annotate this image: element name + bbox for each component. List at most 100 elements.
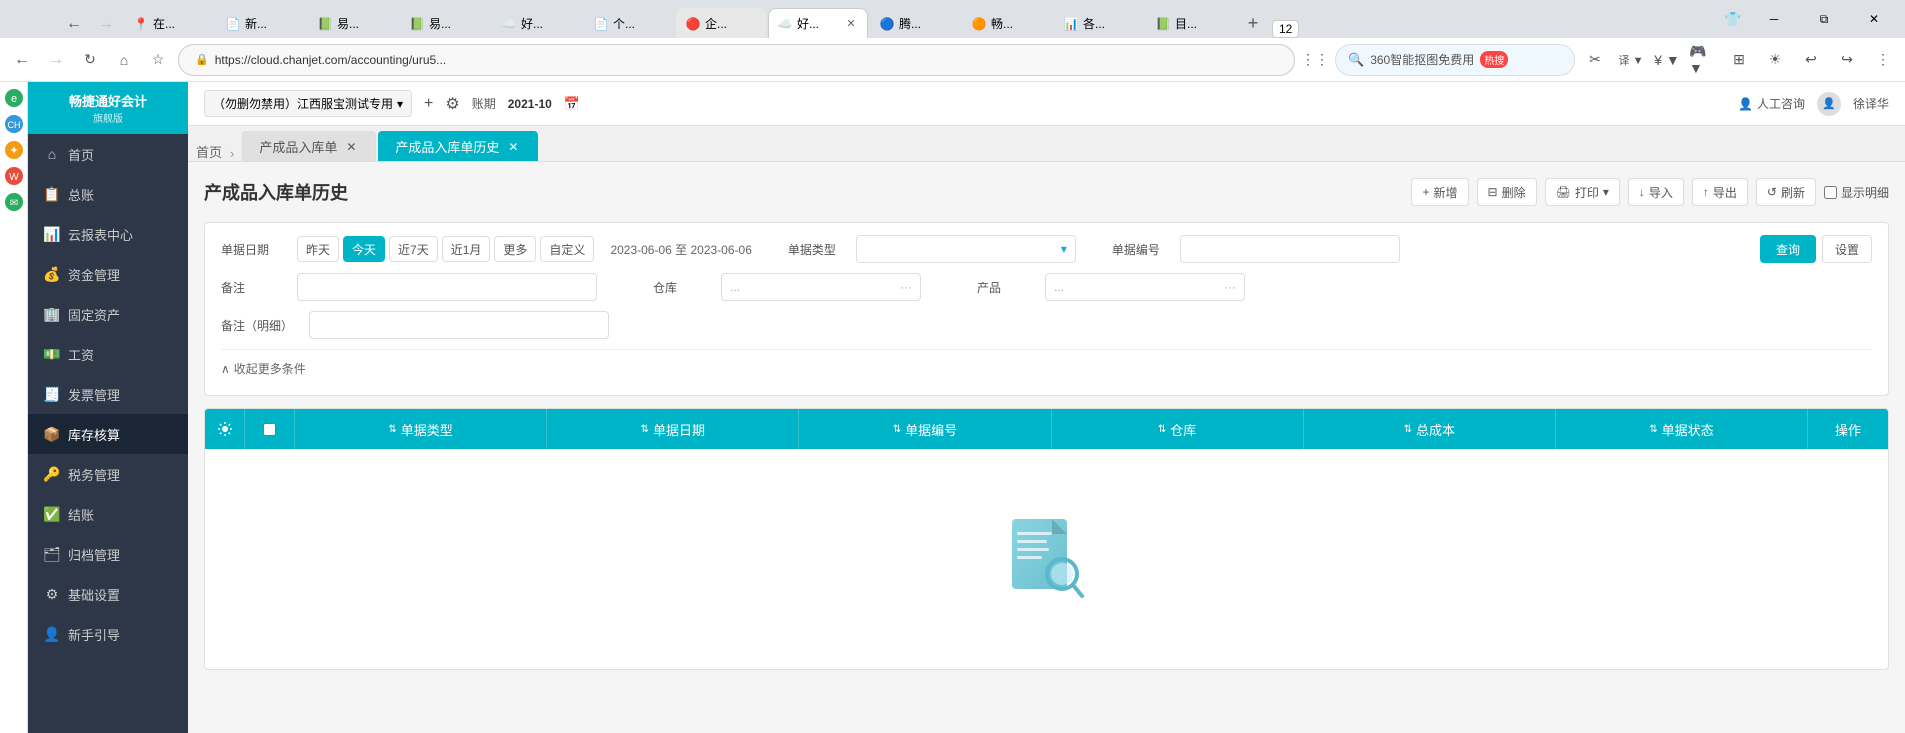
sidebar-item-checkout[interactable]: ✅ 结账 — [28, 494, 188, 534]
tab-10[interactable]: 🟠 畅... — [962, 8, 1052, 38]
app-icon-3[interactable]: ✦ — [2, 138, 26, 162]
th-number[interactable]: ⇅ 单据编号 — [799, 409, 1051, 449]
tab-icon-btn[interactable]: 👕 — [1719, 5, 1747, 33]
app-icon-2[interactable]: CH — [2, 112, 26, 136]
tab-6[interactable]: 📄 个... — [584, 8, 674, 38]
tab-3[interactable]: 📗 易... — [308, 8, 398, 38]
app-icon-4[interactable]: W — [2, 164, 26, 188]
app-logo[interactable]: 畅捷通好会计 旗舰版 — [28, 82, 188, 134]
7days-btn[interactable]: 近7天 — [389, 236, 438, 262]
back-button[interactable]: ← — [8, 46, 36, 74]
sidebar-item-salary[interactable]: 💵 工资 — [28, 334, 188, 374]
address-input[interactable]: 🔒 https://cloud.chanjet.com/accounting/u… — [178, 44, 1295, 76]
tab-1[interactable]: 📍 在... — [124, 8, 214, 38]
sidebar-item-asset[interactable]: 🏢 固定资产 — [28, 294, 188, 334]
app-icon-5[interactable]: ✉ — [2, 190, 26, 214]
import-button[interactable]: ↓ 导入 — [1628, 178, 1684, 206]
scissors-icon[interactable]: ✂ — [1581, 46, 1609, 74]
redo-icon[interactable]: ↪ — [1833, 46, 1861, 74]
today-btn[interactable]: 今天 — [343, 236, 385, 262]
remark-input[interactable] — [297, 273, 597, 301]
org-settings-button[interactable]: ⚙ — [445, 94, 459, 114]
sidebar-item-archive[interactable]: 🗂 归档管理 — [28, 534, 188, 574]
add-button[interactable]: + 新增 — [1411, 178, 1468, 206]
delete-button[interactable]: ⊟ 删除 — [1477, 178, 1537, 206]
restore-btn[interactable]: ⧉ — [1801, 0, 1847, 38]
tab-5[interactable]: ☁️ 好... — [492, 8, 582, 38]
detail-remark-input[interactable] — [309, 311, 609, 339]
app-icon-1[interactable]: e — [2, 86, 26, 110]
sidebar-item-invoice-label: 发票管理 — [68, 385, 120, 404]
warehouse-select[interactable]: ... ··· — [721, 273, 921, 301]
service-button[interactable]: 👤 人工咨询 — [1738, 95, 1805, 112]
forward-button[interactable]: → — [42, 46, 70, 74]
close-btn[interactable]: ✕ — [1851, 0, 1897, 38]
home-button[interactable]: ⌂ — [110, 46, 138, 74]
add-org-button[interactable]: + — [424, 95, 433, 113]
bookmark-button[interactable]: ☆ — [144, 46, 172, 74]
tab-12[interactable]: 📗 目... — [1146, 8, 1236, 38]
company-selector[interactable]: （勿删勿禁用）江西服宝测试专用 ▾ — [204, 90, 412, 117]
page-tab-history-close[interactable]: ✕ — [505, 139, 521, 155]
show-detail-toggle[interactable]: 显示明细 — [1824, 184, 1889, 201]
select-all-checkbox[interactable] — [263, 423, 276, 436]
1month-btn[interactable]: 近1月 — [442, 236, 491, 262]
export-button[interactable]: ↑ 导出 — [1692, 178, 1748, 206]
collapse-button[interactable]: ∧ 收起更多条件 — [221, 354, 306, 383]
page-tab-list-close[interactable]: ✕ — [343, 139, 359, 155]
tab-8-close[interactable]: ✕ — [843, 16, 859, 32]
undo-icon[interactable]: ↩ — [1797, 46, 1825, 74]
game-icon[interactable]: 🎮 ▼ — [1689, 46, 1717, 74]
sidebar-item-inventory[interactable]: 📦 库存核算 — [28, 414, 188, 454]
user-avatar[interactable]: 👤 — [1817, 92, 1841, 116]
back-nav[interactable]: ← — [60, 10, 88, 38]
more-btn[interactable]: 更多 — [494, 236, 536, 262]
calendar-button[interactable]: 📅 — [564, 96, 580, 112]
forward-nav[interactable]: → — [92, 10, 120, 38]
yesterday-btn[interactable]: 昨天 — [297, 236, 339, 262]
filter-settings-button[interactable]: 设置 — [1822, 235, 1872, 263]
minimize-btn[interactable]: ─ — [1751, 0, 1797, 38]
refresh-button[interactable]: ↺ 刷新 — [1756, 178, 1816, 206]
tab-9[interactable]: 🔵 腾... — [870, 8, 960, 38]
sidebar-item-guide[interactable]: 👤 新手引导 — [28, 614, 188, 654]
product-select[interactable]: ... ··· — [1045, 273, 1245, 301]
th-warehouse[interactable]: ⇅ 仓库 — [1052, 409, 1304, 449]
show-detail-checkbox[interactable] — [1824, 186, 1837, 199]
search-section[interactable]: 🔍 360智能抠图免费用 热搜 — [1335, 44, 1575, 76]
custom-btn[interactable]: 自定义 — [540, 236, 594, 262]
bill-number-input[interactable] — [1180, 235, 1400, 263]
th-date[interactable]: ⇅ 单据日期 — [547, 409, 799, 449]
translate-icon[interactable]: 译 ▼ — [1617, 46, 1645, 74]
sidebar-item-ledger[interactable]: 📋 总账 — [28, 174, 188, 214]
breadcrumb-home[interactable]: 首页 — [196, 142, 222, 161]
currency-icon[interactable]: ¥ ▼ — [1653, 46, 1681, 74]
theme-icon[interactable]: ☀ — [1761, 46, 1789, 74]
th-type[interactable]: ⇅ 单据类型 — [295, 409, 547, 449]
th-checkbox[interactable] — [245, 409, 295, 449]
more-icon[interactable]: ⋮ — [1869, 46, 1897, 74]
tab-11[interactable]: 📊 各... — [1054, 8, 1144, 38]
page-tab-history[interactable]: 产成品入库单历史 ✕ — [378, 131, 538, 161]
refresh-button[interactable]: ↻ — [76, 46, 104, 74]
sidebar-item-report[interactable]: 📊 云报表中心 — [28, 214, 188, 254]
print-button[interactable]: 🖨 打印 ▾ — [1545, 178, 1620, 206]
th-status[interactable]: ⇅ 单据状态 — [1556, 409, 1808, 449]
sidebar-item-fund[interactable]: 💰 资金管理 — [28, 254, 188, 294]
tab-2-icon: 📄 — [225, 16, 241, 32]
tab-2[interactable]: 📄 新... — [216, 8, 306, 38]
sidebar-item-settings[interactable]: ⚙ 基础设置 — [28, 574, 188, 614]
tab-4[interactable]: 📗 易... — [400, 8, 490, 38]
sidebar-item-tax[interactable]: 🔑 税务管理 — [28, 454, 188, 494]
tab-8[interactable]: ☁️ 好... ✕ — [768, 8, 868, 38]
tab-7[interactable]: 🔴 企... — [676, 8, 766, 38]
grid-icon[interactable]: ⊞ — [1725, 46, 1753, 74]
th-settings[interactable] — [205, 409, 245, 449]
extensions-icon[interactable]: ⋮⋮ — [1301, 46, 1329, 74]
sidebar-item-invoice[interactable]: 🧾 发票管理 — [28, 374, 188, 414]
new-tab-button[interactable]: + — [1238, 8, 1268, 38]
sidebar-item-home[interactable]: ⌂ 首页 — [28, 134, 188, 174]
query-button[interactable]: 查询 — [1760, 235, 1816, 263]
bill-type-select[interactable]: ▾ — [856, 235, 1076, 263]
th-cost[interactable]: ⇅ 总成本 — [1304, 409, 1556, 449]
